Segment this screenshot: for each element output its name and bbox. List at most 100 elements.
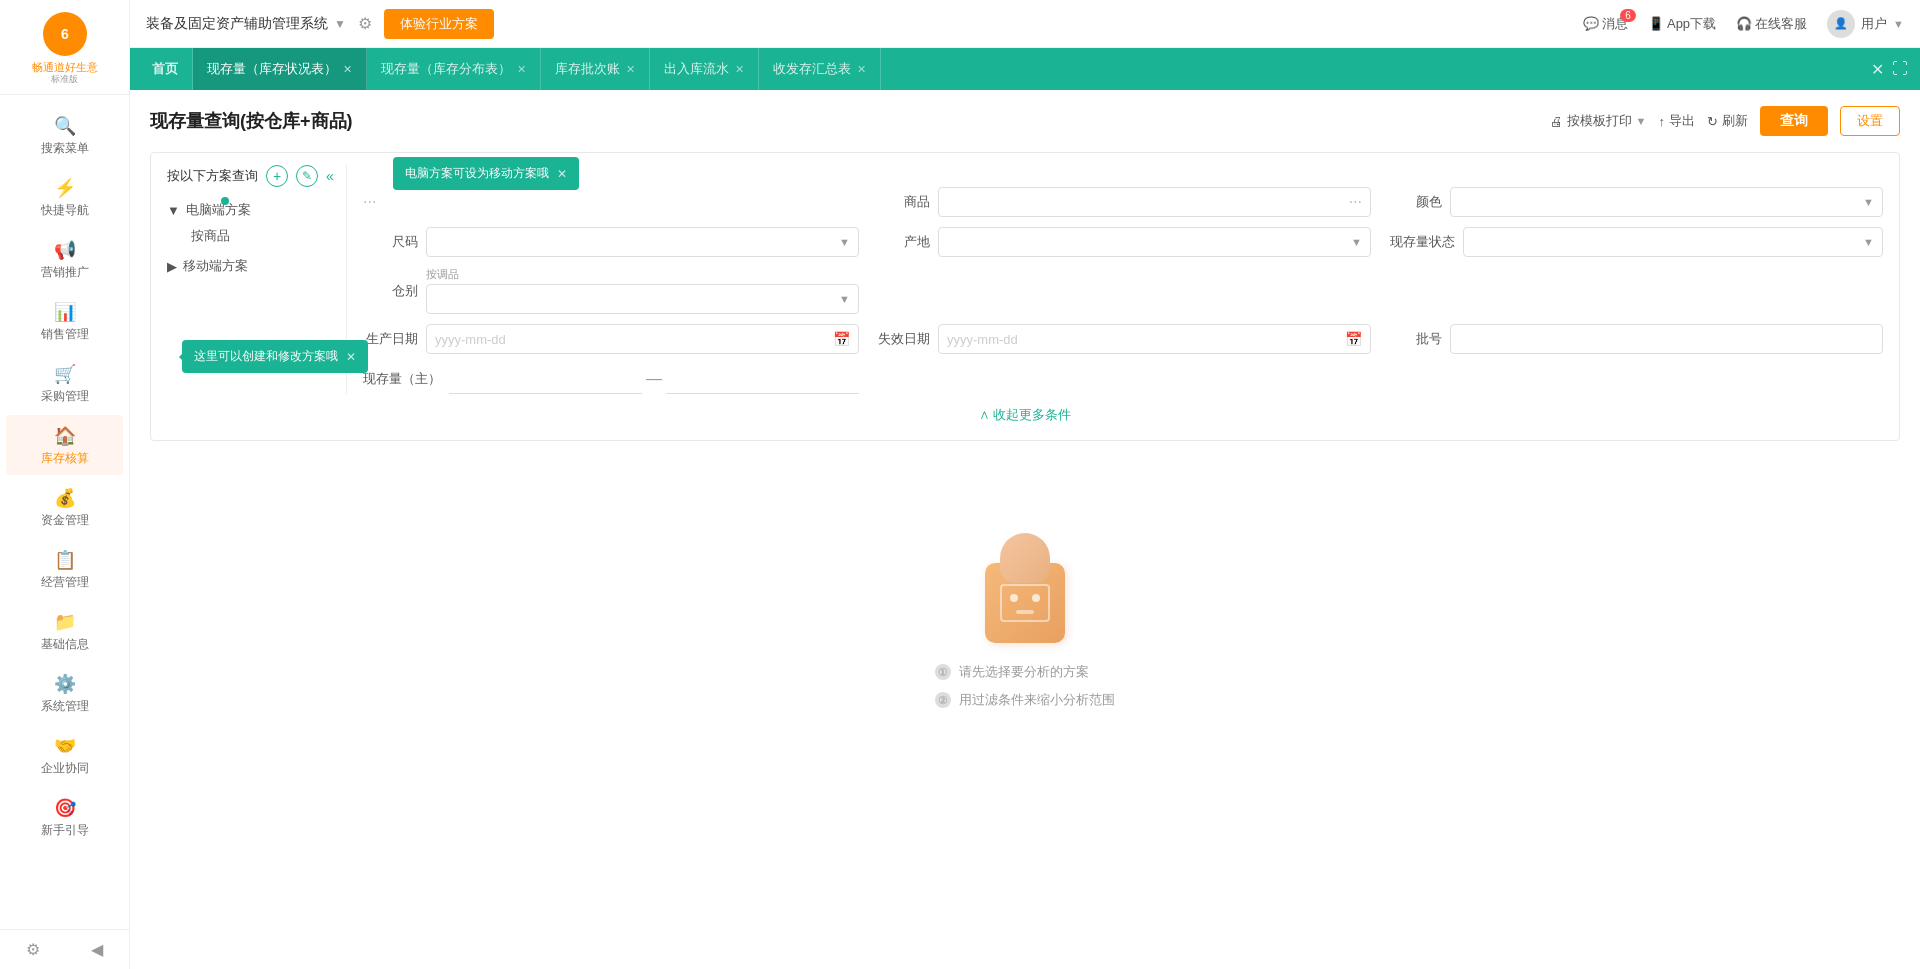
close-tab-icon[interactable]: ✕: [343, 63, 352, 76]
close-tab-icon[interactable]: ✕: [857, 63, 866, 76]
sidebar-item-guide[interactable]: 🎯 新手引导: [6, 787, 123, 847]
refresh-button[interactable]: ↻ 刷新: [1707, 112, 1748, 130]
stock-range-max[interactable]: [666, 364, 859, 394]
empty-state: ① 请先选择要分析的方案 ② 用过滤条件来缩小分析范围: [150, 453, 1900, 789]
scheme-group-mobile-header[interactable]: ▶ 移动端方案: [167, 253, 334, 279]
size-select[interactable]: ▼: [426, 227, 859, 257]
basic-icon: 📁: [54, 611, 76, 633]
sidebar-item-sales[interactable]: 📊 销售管理: [6, 291, 123, 351]
sidebar-item-nav[interactable]: ⚡ 快捷导航: [6, 167, 123, 227]
close-all-icon[interactable]: ✕: [1871, 60, 1884, 79]
settings-icon[interactable]: ⚙: [26, 940, 40, 959]
marketing-icon: 📢: [54, 239, 76, 261]
field-empty-3: [875, 364, 1371, 394]
sidebar-item-finance[interactable]: 💰 资金管理: [6, 477, 123, 537]
sidebar-item-system[interactable]: ⚙️ 系统管理: [6, 663, 123, 723]
close-tab-icon[interactable]: ✕: [626, 63, 635, 76]
tooltip-create-close[interactable]: ✕: [346, 350, 356, 364]
tab-summary[interactable]: 收发存汇总表 ✕: [759, 48, 881, 90]
tabs-bar-right: ✕ ⛶: [1871, 60, 1912, 79]
online-service-link[interactable]: 🎧 在线客服: [1736, 15, 1807, 33]
add-scheme-button[interactable]: +: [266, 165, 288, 187]
three-dots-icon[interactable]: ···: [363, 193, 376, 211]
field-batch: 批号: [1387, 324, 1883, 354]
tabs-bar: 首页 现存量（库存状况表） ✕ 现存量（库存分布表） ✕ 库存批次账 ✕ 出入库…: [130, 48, 1920, 90]
user-chevron-icon: ▼: [1893, 18, 1904, 30]
stock-range-min[interactable]: [449, 364, 642, 394]
empty-illustration: [965, 533, 1085, 643]
settings-gear-icon[interactable]: ⚙: [358, 14, 372, 33]
scheme-list: ▼ 电脑端方案 按商品 ▶ 移动端方案: [167, 197, 334, 279]
field-produce-date: 生产日期 yyyy-mm-dd 📅: [363, 324, 859, 354]
sidebar-item-inventory[interactable]: 🏠 库存核算: [6, 415, 123, 475]
expire-date-input[interactable]: yyyy-mm-dd 📅: [938, 324, 1371, 354]
produce-date-input[interactable]: yyyy-mm-dd 📅: [426, 324, 859, 354]
export-button[interactable]: ↑ 导出: [1659, 112, 1696, 130]
sidebar-item-operation[interactable]: 📋 经营管理: [6, 539, 123, 599]
range-dash: —: [646, 370, 662, 388]
filter-row-5: 现存量（主） —: [363, 364, 1883, 394]
field-stock-range: 现存量（主） —: [363, 364, 859, 394]
product-select[interactable]: ···: [938, 187, 1371, 217]
empty-tip-2: ② 用过滤条件来缩小分析范围: [935, 691, 1115, 709]
back-button[interactable]: «: [326, 168, 334, 184]
page-title: 现存量查询(按仓库+商品): [150, 109, 353, 133]
refresh-icon: ↻: [1707, 114, 1718, 129]
message-button[interactable]: 💬 消息 6: [1583, 15, 1628, 33]
tab-inventory-status[interactable]: 现存量（库存状况表） ✕: [193, 48, 367, 90]
stock-range-inputs: —: [449, 364, 859, 394]
inv-status-select[interactable]: ▼: [1463, 227, 1883, 257]
collapse-button[interactable]: ∧ 收起更多条件: [167, 406, 1883, 424]
tab-batch-ledger[interactable]: 库存批次账 ✕: [541, 48, 650, 90]
collapse-icon[interactable]: ◀: [91, 940, 103, 959]
page-actions: 🖨 按模板打印 ▼ ↑ 导出 ↻ 刷新 查询 设置: [1550, 106, 1900, 136]
batch-input[interactable]: [1450, 324, 1883, 354]
sidebar-item-marketing[interactable]: 📢 营销推广: [6, 229, 123, 289]
search-icon: 🔍: [54, 115, 76, 137]
sidebar-bottom: ⚙ ◀: [0, 929, 129, 969]
close-tab-icon[interactable]: ✕: [735, 63, 744, 76]
operation-icon: 📋: [54, 549, 76, 571]
tooltip-pc: 电脑方案可设为移动方案哦 ✕: [393, 157, 579, 190]
sidebar-item-basic[interactable]: 📁 基础信息: [6, 601, 123, 661]
search-button[interactable]: 查询: [1760, 106, 1828, 136]
scheme-group-pc: ▼ 电脑端方案 按商品: [167, 197, 334, 249]
tooltip-pc-close[interactable]: ✕: [557, 167, 567, 181]
expand-icon[interactable]: ⛶: [1892, 60, 1908, 78]
color-select[interactable]: ▼: [1450, 187, 1883, 217]
trial-button[interactable]: 体验行业方案: [384, 9, 494, 39]
tab-inventory-dist[interactable]: 现存量（库存分布表） ✕: [367, 48, 541, 90]
avatar: 👤: [1827, 10, 1855, 38]
setting-button[interactable]: 设置: [1840, 106, 1900, 136]
origin-select[interactable]: ▼: [938, 227, 1371, 257]
calendar-icon[interactable]: 📅: [833, 331, 850, 347]
app-download-link[interactable]: 📱 App下载: [1648, 15, 1716, 33]
scheme-group-pc-header[interactable]: ▼ 电脑端方案: [167, 197, 334, 223]
product-dots-icon: ···: [1349, 193, 1362, 211]
phone-icon: 📱: [1648, 16, 1664, 31]
print-icon: 🖨: [1550, 114, 1563, 129]
message-badge: 6: [1620, 9, 1636, 22]
arrow-down-icon: ▼: [167, 203, 180, 218]
sidebar-item-purchase[interactable]: 🛒 采购管理: [6, 353, 123, 413]
calendar-icon-2[interactable]: 📅: [1345, 331, 1362, 347]
field-empty-2: [1387, 267, 1883, 314]
size-chevron-icon: ▼: [839, 236, 850, 248]
collapse-up-icon: ∧: [979, 407, 994, 422]
edit-scheme-button[interactable]: ✎: [296, 165, 318, 187]
sidebar-item-search[interactable]: 🔍 搜索菜单: [6, 105, 123, 165]
empty-tip-1: ① 请先选择要分析的方案: [935, 663, 1115, 681]
origin-chevron-icon: ▼: [1351, 236, 1362, 248]
sidebar-item-collab[interactable]: 🤝 企业协同: [6, 725, 123, 785]
user-area[interactable]: 👤 用户 ▼: [1827, 10, 1904, 38]
finance-icon: 💰: [54, 487, 76, 509]
tab-home[interactable]: 首页: [138, 48, 193, 90]
print-button[interactable]: 🖨 按模板打印 ▼: [1550, 112, 1647, 130]
tab-flow[interactable]: 出入库流水 ✕: [650, 48, 759, 90]
guide-icon: 🎯: [54, 797, 76, 819]
top-header: 装备及固定资产辅助管理系统 ▼ ⚙ 体验行业方案 💬 消息 6 📱 App下载 …: [130, 0, 1920, 48]
scheme-item-by-goods[interactable]: 按商品: [167, 223, 334, 249]
close-tab-icon[interactable]: ✕: [517, 63, 526, 76]
field-warehouse: 仓别 按调品 ▼: [363, 267, 859, 314]
warehouse-select[interactable]: ▼: [426, 284, 859, 314]
